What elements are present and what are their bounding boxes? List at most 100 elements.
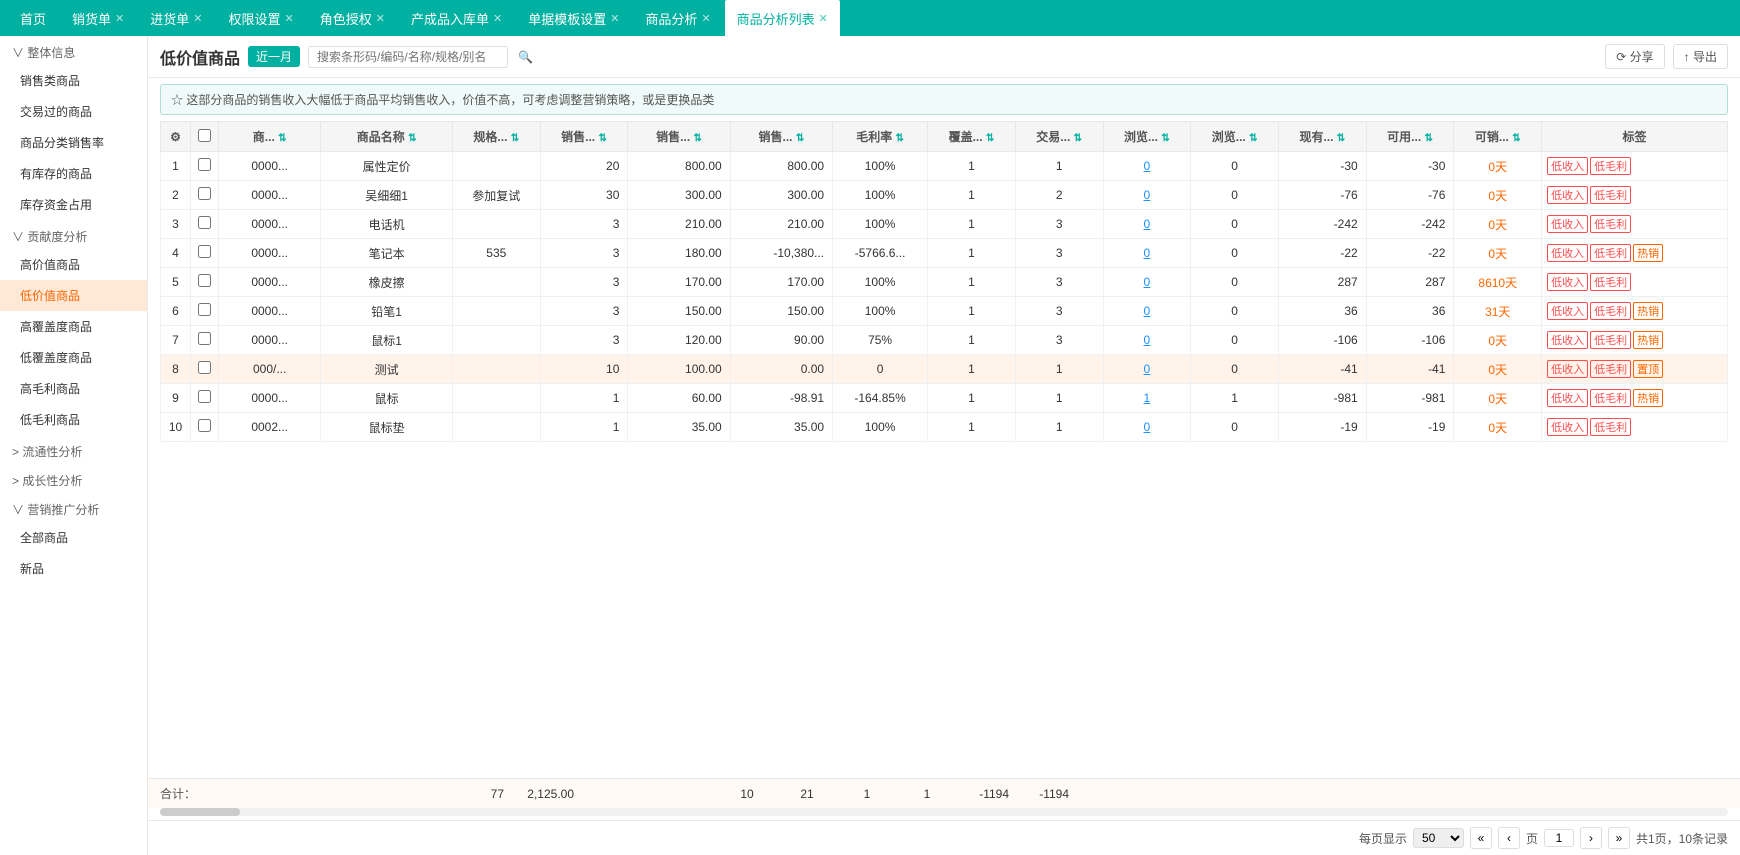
nav-product-analysis[interactable]: 商品分析 ✕ (633, 0, 722, 36)
row-browse1[interactable]: 0 (1103, 210, 1191, 239)
sales-avg-column-header[interactable]: 销售... ⇅ (730, 122, 832, 152)
tag-label: 低收入 (1547, 360, 1588, 378)
sidebar-item-sales-products[interactable]: 销售类商品 (0, 65, 147, 96)
sidebar-item-low-value[interactable]: 低价值商品 (0, 280, 147, 311)
row-checkbox[interactable] (191, 239, 219, 268)
row-select-checkbox[interactable] (198, 274, 211, 287)
name-column-header[interactable]: 商品名称 ⇅ (321, 122, 453, 152)
row-select-checkbox[interactable] (198, 187, 211, 200)
row-checkbox[interactable] (191, 384, 219, 413)
row-select-checkbox[interactable] (198, 158, 211, 171)
sidebar-item-low-margin[interactable]: 低毛利商品 (0, 404, 147, 435)
sidebar-item-high-coverage[interactable]: 高覆盖度商品 (0, 311, 147, 342)
row-transaction: 3 (1015, 239, 1103, 268)
row-checkbox[interactable] (191, 326, 219, 355)
close-icon[interactable]: ✕ (193, 12, 202, 25)
close-icon[interactable]: ✕ (115, 12, 124, 25)
row-checkbox[interactable] (191, 210, 219, 239)
sidebar-item-inventory-capital[interactable]: 库存资金占用 (0, 189, 147, 220)
browse1-column-header[interactable]: 浏览... ⇅ (1103, 122, 1191, 152)
row-checkbox[interactable] (191, 268, 219, 297)
row-select-checkbox[interactable] (198, 303, 211, 316)
page-number-input[interactable] (1544, 829, 1574, 847)
browse2-column-header[interactable]: 浏览... ⇅ (1191, 122, 1279, 152)
sidebar-item-high-value[interactable]: 高价值商品 (0, 249, 147, 280)
nav-sales-order[interactable]: 销货单 ✕ (60, 0, 136, 36)
row-sales-amount: 35.00 (628, 413, 730, 442)
tag-label: 低收入 (1547, 244, 1588, 262)
sidebar: ∨ 整体信息 销售类商品 交易过的商品 商品分类销售率 有库存的商品 库存资金占… (0, 36, 148, 855)
transaction-column-header[interactable]: 交易... ⇅ (1015, 122, 1103, 152)
export-button[interactable]: ↑ 导出 (1673, 44, 1728, 69)
row-transaction: 1 (1015, 152, 1103, 181)
close-icon[interactable]: ✕ (376, 12, 385, 25)
margin-column-header[interactable]: 毛利率 ⇅ (833, 122, 928, 152)
next-page-button[interactable]: › (1580, 827, 1602, 849)
close-icon[interactable]: ✕ (701, 12, 710, 25)
page-size-select[interactable]: 50 100 200 (1413, 828, 1464, 848)
coverage-column-header[interactable]: 覆盖... ⇅ (928, 122, 1016, 152)
row-browse1[interactable]: 0 (1103, 326, 1191, 355)
row-browse1[interactable]: 0 (1103, 152, 1191, 181)
sidebar-item-high-margin[interactable]: 高毛利商品 (0, 373, 147, 404)
row-select-checkbox[interactable] (198, 390, 211, 403)
row-browse1[interactable]: 0 (1103, 297, 1191, 326)
spec-column-header[interactable]: 规格... ⇅ (452, 122, 540, 152)
row-browse1[interactable]: 0 (1103, 239, 1191, 268)
sidebar-item-traded-products[interactable]: 交易过的商品 (0, 96, 147, 127)
row-checkbox[interactable] (191, 152, 219, 181)
sidebar-item-category-sales-rate[interactable]: 商品分类销售率 (0, 127, 147, 158)
row-margin: 100% (833, 181, 928, 210)
first-page-button[interactable]: « (1470, 827, 1492, 849)
code-column-header[interactable]: 商... ⇅ (219, 122, 321, 152)
search-icon[interactable]: 🔍 (518, 50, 533, 64)
nav-template-settings[interactable]: 单据模板设置 ✕ (516, 0, 631, 36)
nav-home[interactable]: 首页 (8, 0, 58, 36)
row-spec (452, 384, 540, 413)
share-button[interactable]: ⟳ 分享 (1605, 44, 1664, 69)
nav-purchase-order[interactable]: 进货单 ✕ (138, 0, 214, 36)
sidebar-item-all-products[interactable]: 全部商品 (0, 522, 147, 553)
row-select-checkbox[interactable] (198, 332, 211, 345)
scrollbar-thumb[interactable] (160, 808, 240, 816)
sellable-column-header[interactable]: 可销... ⇅ (1454, 122, 1542, 152)
sales-qty-column-header[interactable]: 销售... ⇅ (540, 122, 628, 152)
current-stock-column-header[interactable]: 现有... ⇅ (1278, 122, 1366, 152)
close-icon[interactable]: ✕ (285, 12, 294, 25)
horizontal-scrollbar[interactable] (160, 808, 1728, 816)
row-select-checkbox[interactable] (198, 216, 211, 229)
row-browse1[interactable]: 0 (1103, 268, 1191, 297)
sidebar-item-new-products[interactable]: 新品 (0, 553, 147, 584)
search-input[interactable] (308, 46, 508, 68)
row-name: 笔记本 (321, 239, 453, 268)
close-icon[interactable]: ✕ (493, 12, 502, 25)
row-checkbox[interactable] (191, 181, 219, 210)
row-checkbox[interactable] (191, 413, 219, 442)
nav-permission-settings[interactable]: 权限设置 ✕ (216, 0, 305, 36)
row-browse1[interactable]: 0 (1103, 413, 1191, 442)
available-column-header[interactable]: 可用... ⇅ (1366, 122, 1454, 152)
sales-amount-column-header[interactable]: 销售... ⇅ (628, 122, 730, 152)
select-all-checkbox[interactable] (198, 129, 211, 142)
nav-role-auth[interactable]: 角色授权 ✕ (308, 0, 397, 36)
nav-product-analysis-list[interactable]: 商品分析列表 ✕ (725, 0, 840, 36)
prev-page-button[interactable]: ‹ (1498, 827, 1520, 849)
settings-column-header[interactable]: ⚙ (161, 122, 191, 152)
row-checkbox[interactable] (191, 355, 219, 384)
last-page-button[interactable]: » (1608, 827, 1630, 849)
row-code: 0000... (219, 239, 321, 268)
settings-icon[interactable]: ⚙ (170, 130, 181, 144)
nav-finished-goods[interactable]: 产成品入库单 ✕ (399, 0, 514, 36)
time-filter-button[interactable]: 近一月 (248, 46, 300, 67)
close-icon[interactable]: ✕ (610, 12, 619, 25)
close-icon[interactable]: ✕ (819, 12, 828, 25)
row-browse1[interactable]: 1 (1103, 384, 1191, 413)
row-select-checkbox[interactable] (198, 361, 211, 374)
row-browse1[interactable]: 0 (1103, 181, 1191, 210)
row-select-checkbox[interactable] (198, 419, 211, 432)
sidebar-item-low-coverage[interactable]: 低覆盖度商品 (0, 342, 147, 373)
row-checkbox[interactable] (191, 297, 219, 326)
row-browse1[interactable]: 0 (1103, 355, 1191, 384)
sidebar-item-stocked-products[interactable]: 有库存的商品 (0, 158, 147, 189)
row-select-checkbox[interactable] (198, 245, 211, 258)
